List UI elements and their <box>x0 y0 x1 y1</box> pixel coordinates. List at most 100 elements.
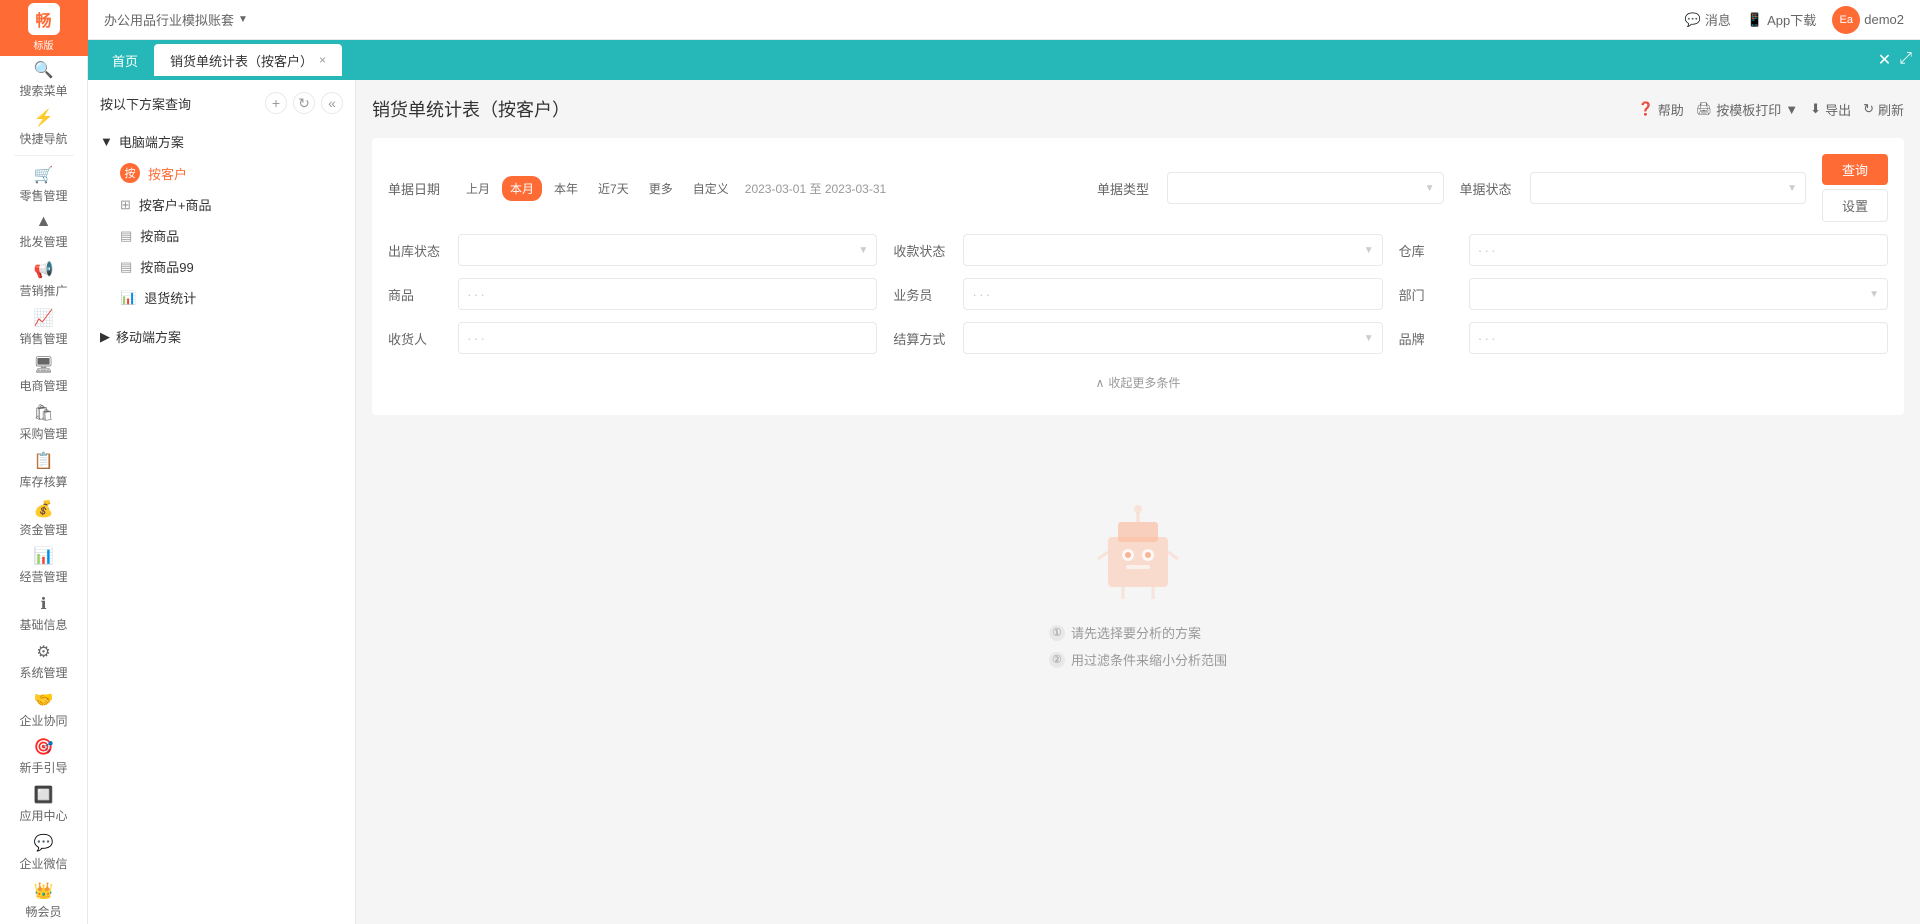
date-tab-more[interactable]: 更多 <box>641 176 681 201</box>
department-input[interactable]: ▼ <box>1469 278 1888 310</box>
date-tab-this-year[interactable]: 本年 <box>546 176 586 201</box>
order-status-chevron-icon: ▼ <box>1787 183 1797 194</box>
collapse-panel-button[interactable]: « <box>321 92 343 114</box>
refresh-button[interactable]: ↻ 刷新 <box>1863 100 1904 119</box>
sidebar-item-marketing[interactable]: 📢 营销推广 <box>0 256 88 304</box>
salesperson-label: 业务员 <box>893 285 963 304</box>
sidebar-item-cooperation[interactable]: 🤝 企业协同 <box>0 685 88 733</box>
main-area: 办公用品行业模拟账套 ▼ 💬 消息 📱 App下载 Ea demo2 首页 <box>88 0 1920 924</box>
order-type-input[interactable]: ▼ <box>1167 172 1444 204</box>
add-scheme-button[interactable]: + <box>265 92 287 114</box>
sidebar-item-search[interactable]: 🔍 搜索菜单 <box>0 56 88 104</box>
close-window-icon[interactable]: ✕ <box>1878 50 1891 70</box>
table2-icon: ▤ <box>120 259 132 275</box>
user-menu[interactable]: Ea demo2 <box>1832 6 1904 34</box>
wechat-icon: 💬 <box>34 833 54 853</box>
tree-parent-label: 电脑端方案 <box>119 132 184 151</box>
query-button[interactable]: 查询 <box>1822 154 1888 185</box>
warehouse-input[interactable]: ··· <box>1469 234 1888 266</box>
sidebar-item-operations[interactable]: 📊 经营管理 <box>0 542 88 590</box>
tip-item-2: ② 用过滤条件来缩小分析范围 <box>1049 650 1227 669</box>
sidebar-item-system[interactable]: ⚙ 系统管理 <box>0 638 88 686</box>
app-selector[interactable]: 办公用品行业模拟账套 ▼ <box>104 10 248 29</box>
out-status-chevron-icon: ▼ <box>858 245 868 256</box>
active-scheme-icon: 按 <box>120 163 140 183</box>
payment-status-input[interactable]: ▼ <box>963 234 1382 266</box>
guide-icon: 🎯 <box>34 737 54 757</box>
filter-item-department: 部门 ▼ <box>1399 278 1888 310</box>
filter-row-4: 收货人 ··· 结算方式 ▼ 品牌 <box>388 322 1888 354</box>
lightning-icon: ⚡ <box>34 108 54 128</box>
sidebar-logo[interactable]: 畅 标版 <box>0 0 88 56</box>
tab-home[interactable]: 首页 <box>96 44 154 76</box>
filter-item-order-type: 单据类型 ▼ <box>1097 172 1444 204</box>
retail-icon: 🛒 <box>34 165 54 185</box>
cooperation-icon: 🤝 <box>34 690 54 710</box>
date-tab-custom[interactable]: 自定义 <box>685 176 737 201</box>
export-button[interactable]: ⬇ 导出 <box>1810 100 1851 119</box>
tree-parent-desktop[interactable]: ▼ 电脑端方案 <box>88 126 355 157</box>
sidebar-item-inventory[interactable]: 📋 库存核算 <box>0 447 88 495</box>
tab-bar-expand: ✕ ⤢ <box>1878 50 1912 70</box>
tree-child-by-customer-product[interactable]: ⊞ 按客户+商品 <box>88 189 355 220</box>
sidebar-divider <box>14 155 74 156</box>
tree-child-by-customer[interactable]: 按 按客户 <box>88 157 355 189</box>
tree-child-return-stats[interactable]: 📊 退货统计 <box>88 282 355 313</box>
tree-collapsed-icon: ▶ <box>100 329 110 345</box>
sidebar-item-ecommerce[interactable]: 🖥 电商管理 <box>0 351 88 399</box>
sidebar-item-retail[interactable]: 🛒 零售管理 <box>0 160 88 208</box>
date-tab-last-month[interactable]: 上月 <box>458 176 498 201</box>
sales-icon: 📈 <box>34 308 54 328</box>
sidebar-item-wechat[interactable]: 💬 企业微信 <box>0 828 88 876</box>
sidebar-item-wholesale[interactable]: ▲ 批发管理 <box>0 208 88 256</box>
refresh-scheme-button[interactable]: ↻ <box>293 92 315 114</box>
tab-close-icon[interactable]: × <box>319 53 326 67</box>
tree-child-by-product[interactable]: ▤ 按商品 <box>88 220 355 251</box>
sidebar-item-member[interactable]: 👑 畅会员 <box>0 876 88 924</box>
marketing-icon: 📢 <box>34 260 54 280</box>
sidebar-item-guide[interactable]: 🎯 新手引导 <box>0 733 88 781</box>
receiver-input[interactable]: ··· <box>458 322 877 354</box>
filter-item-settlement: 结算方式 ▼ <box>893 322 1382 354</box>
download-button[interactable]: 📱 App下载 <box>1747 10 1816 29</box>
tab-home-label: 首页 <box>112 51 138 70</box>
left-panel-title: 按以下方案查询 <box>100 94 191 113</box>
sidebar-item-purchase[interactable]: 🛍 采购管理 <box>0 399 88 447</box>
brand-input[interactable]: ··· <box>1469 322 1888 354</box>
warehouse-label: 仓库 <box>1399 241 1469 260</box>
sidebar-item-quick[interactable]: ⚡ 快捷导航 <box>0 103 88 151</box>
tree-parent-mobile-label: 移动端方案 <box>116 327 181 346</box>
order-status-label: 单据状态 <box>1460 179 1530 198</box>
filter-card: 单据日期 上月 本月 本年 近7天 更多 自定义 2023-03-01 至 20… <box>372 138 1904 415</box>
date-tab-this-month[interactable]: 本月 <box>502 176 542 201</box>
order-status-input[interactable]: ▼ <box>1530 172 1807 204</box>
search-icon: 🔍 <box>34 60 54 80</box>
filter-item-payment-status: 收款状态 ▼ <box>893 234 1382 266</box>
expand-icon[interactable]: ⤢ <box>1899 50 1912 70</box>
date-tab-last-7-days[interactable]: 近7天 <box>590 176 637 201</box>
sidebar-item-sales[interactable]: 📈 销售管理 <box>0 303 88 351</box>
sidebar-item-finance[interactable]: 💰 资金管理 <box>0 494 88 542</box>
empty-tips: ① 请先选择要分析的方案 ② 用过滤条件来缩小分析范围 <box>1049 623 1227 677</box>
page-title: 销货单统计表（按客户） <box>372 96 570 122</box>
out-status-input[interactable]: ▼ <box>458 234 877 266</box>
tip-num-2: ② <box>1049 652 1065 668</box>
salesperson-input[interactable]: ··· <box>963 278 1382 310</box>
settings-button[interactable]: 设置 <box>1822 189 1888 222</box>
settlement-input[interactable]: ▼ <box>963 322 1382 354</box>
tree-expand-icon: ▼ <box>100 134 113 149</box>
print-chevron-icon: ▼ <box>1785 102 1798 117</box>
help-button[interactable]: ❓ 帮助 <box>1638 100 1684 119</box>
tree-parent-mobile[interactable]: ▶ 移动端方案 <box>88 321 355 352</box>
message-button[interactable]: 💬 消息 <box>1685 10 1731 29</box>
tab-sales-stats[interactable]: 销货单统计表（按客户） × <box>154 44 342 76</box>
print-button[interactable]: 🖨 按模板打印 ▼ <box>1696 100 1798 119</box>
sidebar-item-basic[interactable]: ℹ 基础信息 <box>0 590 88 638</box>
department-label: 部门 <box>1399 285 1469 304</box>
product-input[interactable]: ··· <box>458 278 877 310</box>
sidebar-item-appstore[interactable]: 🔲 应用中心 <box>0 781 88 829</box>
inventory-icon: 📋 <box>34 451 54 471</box>
tree-child-by-product-99[interactable]: ▤ 按商品99 <box>88 251 355 282</box>
collapse-bar[interactable]: ∧ 收起更多条件 <box>388 366 1888 399</box>
filter-item-receiver: 收货人 ··· <box>388 322 877 354</box>
